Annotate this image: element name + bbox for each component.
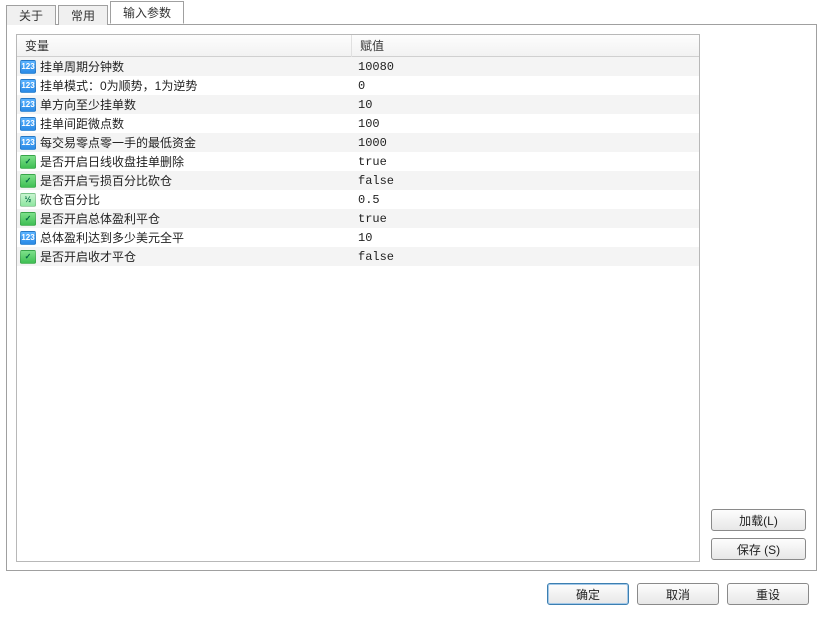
table-row[interactable]: 123 单方向至少挂单数 10: [17, 95, 699, 114]
cancel-button[interactable]: 取消: [637, 583, 719, 605]
value-cell[interactable]: false: [352, 174, 699, 188]
variable-label: 每交易零点零一手的最低资金: [40, 134, 196, 151]
variable-cell: 123 挂单模式：0为顺势，1为逆势: [17, 77, 352, 94]
value-cell[interactable]: true: [352, 212, 699, 226]
int-type-icon: 123: [20, 231, 36, 245]
tab-about[interactable]: 关于: [6, 5, 56, 25]
bool-type-icon: ✓: [20, 250, 36, 264]
variable-cell: 123 总体盈利达到多少美元全平: [17, 229, 352, 246]
variable-cell: ✓ 是否开启总体盈利平仓: [17, 210, 352, 227]
variable-label: 总体盈利达到多少美元全平: [40, 229, 184, 246]
int-type-icon: 123: [20, 60, 36, 74]
variable-cell: ✓ 是否开启收才平仓: [17, 248, 352, 265]
value-cell[interactable]: true: [352, 155, 699, 169]
variable-cell: 123 挂单间距微点数: [17, 115, 352, 132]
value-cell[interactable]: 10: [352, 98, 699, 112]
variable-label: 是否开启日线收盘挂单删除: [40, 153, 184, 170]
value-cell[interactable]: 10080: [352, 60, 699, 74]
variable-label: 是否开启亏损百分比砍仓: [40, 172, 172, 189]
table-header: 变量 赋值: [17, 35, 699, 57]
bool-type-icon: ✓: [20, 155, 36, 169]
variable-cell: ½ 砍仓百分比: [17, 191, 352, 208]
variable-cell: 123 单方向至少挂单数: [17, 96, 352, 113]
tab-about-label: 关于: [19, 9, 43, 23]
table-row[interactable]: ½ 砍仓百分比 0.5: [17, 190, 699, 209]
table-row[interactable]: ✓ 是否开启日线收盘挂单删除 true: [17, 152, 699, 171]
value-cell[interactable]: 0: [352, 79, 699, 93]
side-buttons: 加载(L) 保存 (S): [711, 509, 806, 560]
reset-button[interactable]: 重设: [727, 583, 809, 605]
tab-common[interactable]: 常用: [58, 5, 108, 25]
tab-input-params[interactable]: 输入参数: [110, 1, 184, 24]
variable-cell: 123 每交易零点零一手的最低资金: [17, 134, 352, 151]
int-type-icon: 123: [20, 79, 36, 93]
params-panel: 变量 赋值 123挂单周期分钟数10080123挂单模式：0为顺势，1为逆势01…: [6, 24, 817, 571]
variable-label: 挂单间距微点数: [40, 115, 124, 132]
variable-cell: ✓ 是否开启日线收盘挂单删除: [17, 153, 352, 170]
table-row[interactable]: ✓ 是否开启总体盈利平仓 true: [17, 209, 699, 228]
value-cell[interactable]: false: [352, 250, 699, 264]
int-type-icon: 123: [20, 117, 36, 131]
table-body: 123 挂单周期分钟数 10080 123 挂单模式：0为顺势，1为逆势 0 123 单方向至…: [17, 57, 699, 266]
table-row[interactable]: ✓ 是否开启亏损百分比砍仓 false: [17, 171, 699, 190]
float-type-icon: ½: [20, 193, 36, 207]
col-header-value[interactable]: 赋值: [352, 34, 699, 57]
value-cell[interactable]: 10: [352, 231, 699, 245]
save-button[interactable]: 保存 (S): [711, 538, 806, 560]
variable-label: 是否开启总体盈利平仓: [40, 210, 160, 227]
tab-bar: 关于 常用 输入参数: [0, 0, 823, 24]
value-cell[interactable]: 0.5: [352, 193, 699, 207]
variable-label: 砍仓百分比: [40, 191, 100, 208]
bottom-button-bar: 确定 取消 重设: [547, 583, 809, 605]
variable-label: 是否开启收才平仓: [40, 248, 136, 265]
ok-button[interactable]: 确定: [547, 583, 629, 605]
table-row[interactable]: 123 每交易零点零一手的最低资金 1000: [17, 133, 699, 152]
tab-common-label: 常用: [71, 9, 95, 23]
variable-cell: ✓ 是否开启亏损百分比砍仓: [17, 172, 352, 189]
variable-label: 挂单模式：0为顺势，1为逆势: [40, 77, 197, 94]
table-row[interactable]: ✓ 是否开启收才平仓 false: [17, 247, 699, 266]
int-type-icon: 123: [20, 136, 36, 150]
params-table: 变量 赋值 123挂单周期分钟数10080123挂单模式：0为顺势，1为逆势01…: [16, 34, 700, 562]
table-row[interactable]: 123 总体盈利达到多少美元全平 10: [17, 228, 699, 247]
variable-label: 单方向至少挂单数: [40, 96, 136, 113]
table-row[interactable]: 123 挂单模式：0为顺势，1为逆势 0: [17, 76, 699, 95]
load-button[interactable]: 加载(L): [711, 509, 806, 531]
value-cell[interactable]: 100: [352, 117, 699, 131]
int-type-icon: 123: [20, 98, 36, 112]
variable-cell: 123 挂单周期分钟数: [17, 58, 352, 75]
table-row[interactable]: 123 挂单间距微点数 100: [17, 114, 699, 133]
bool-type-icon: ✓: [20, 174, 36, 188]
tab-params-label: 输入参数: [123, 6, 171, 20]
col-header-variable[interactable]: 变量: [17, 34, 352, 57]
variable-label: 挂单周期分钟数: [40, 58, 124, 75]
value-cell[interactable]: 1000: [352, 136, 699, 150]
bool-type-icon: ✓: [20, 212, 36, 226]
table-row[interactable]: 123 挂单周期分钟数 10080: [17, 57, 699, 76]
